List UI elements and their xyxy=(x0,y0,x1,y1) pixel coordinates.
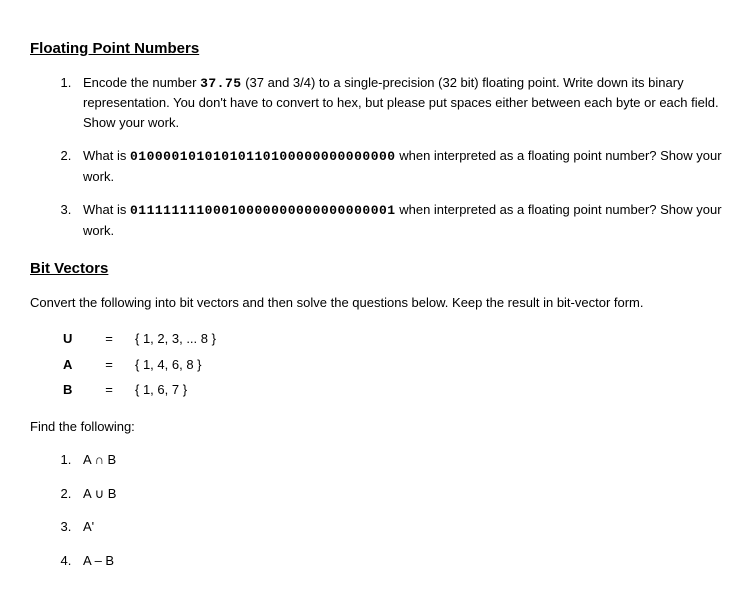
set-u-eq: = xyxy=(91,326,127,352)
fp-item-3-pre: What is xyxy=(83,202,130,217)
set-a-label: A xyxy=(55,352,91,378)
set-b-eq: = xyxy=(91,377,127,403)
set-u-label: U xyxy=(55,326,91,352)
set-b-value: { 1, 6, 7 } xyxy=(127,377,224,403)
set-a-value: { 1, 4, 6, 8 } xyxy=(127,352,224,378)
set-u-value: { 1, 2, 3, ... 8 } xyxy=(127,326,224,352)
question-4: A – B xyxy=(75,551,723,571)
set-row-u: U = { 1, 2, 3, ... 8 } xyxy=(55,326,224,352)
section-title-bitvectors: Bit Vectors xyxy=(30,258,723,281)
set-b-label: B xyxy=(55,377,91,403)
section-title-floating: Floating Point Numbers xyxy=(30,38,723,61)
fp-item-2-pre: What is xyxy=(83,148,130,163)
fp-item-1-pre: Encode the number xyxy=(83,75,200,90)
find-label: Find the following: xyxy=(30,417,723,437)
sets-table: U = { 1, 2, 3, ... 8 } A = { 1, 4, 6, 8 … xyxy=(55,326,224,403)
question-2: A ∪ B xyxy=(75,484,723,504)
set-row-b: B = { 1, 6, 7 } xyxy=(55,377,224,403)
bitvectors-intro: Convert the following into bit vectors a… xyxy=(30,293,723,313)
question-3: A' xyxy=(75,517,723,537)
fp-item-1-code: 37.75 xyxy=(200,76,242,91)
fp-item-2: What is 01000010101010110100000000000000… xyxy=(75,146,723,186)
fp-item-3-code: 01111111100010000000000000000001 xyxy=(130,203,396,218)
fp-item-3: What is 01111111100010000000000000000001… xyxy=(75,200,723,240)
set-row-a: A = { 1, 4, 6, 8 } xyxy=(55,352,224,378)
fp-item-2-code: 01000010101010110100000000000000 xyxy=(130,149,396,164)
fp-item-1: Encode the number 37.75 (37 and 3/4) to … xyxy=(75,73,723,133)
question-1: A ∩ B xyxy=(75,450,723,470)
questions-list: A ∩ B A ∪ B A' A – B xyxy=(30,450,723,570)
floating-point-list: Encode the number 37.75 (37 and 3/4) to … xyxy=(30,73,723,241)
set-a-eq: = xyxy=(91,352,127,378)
